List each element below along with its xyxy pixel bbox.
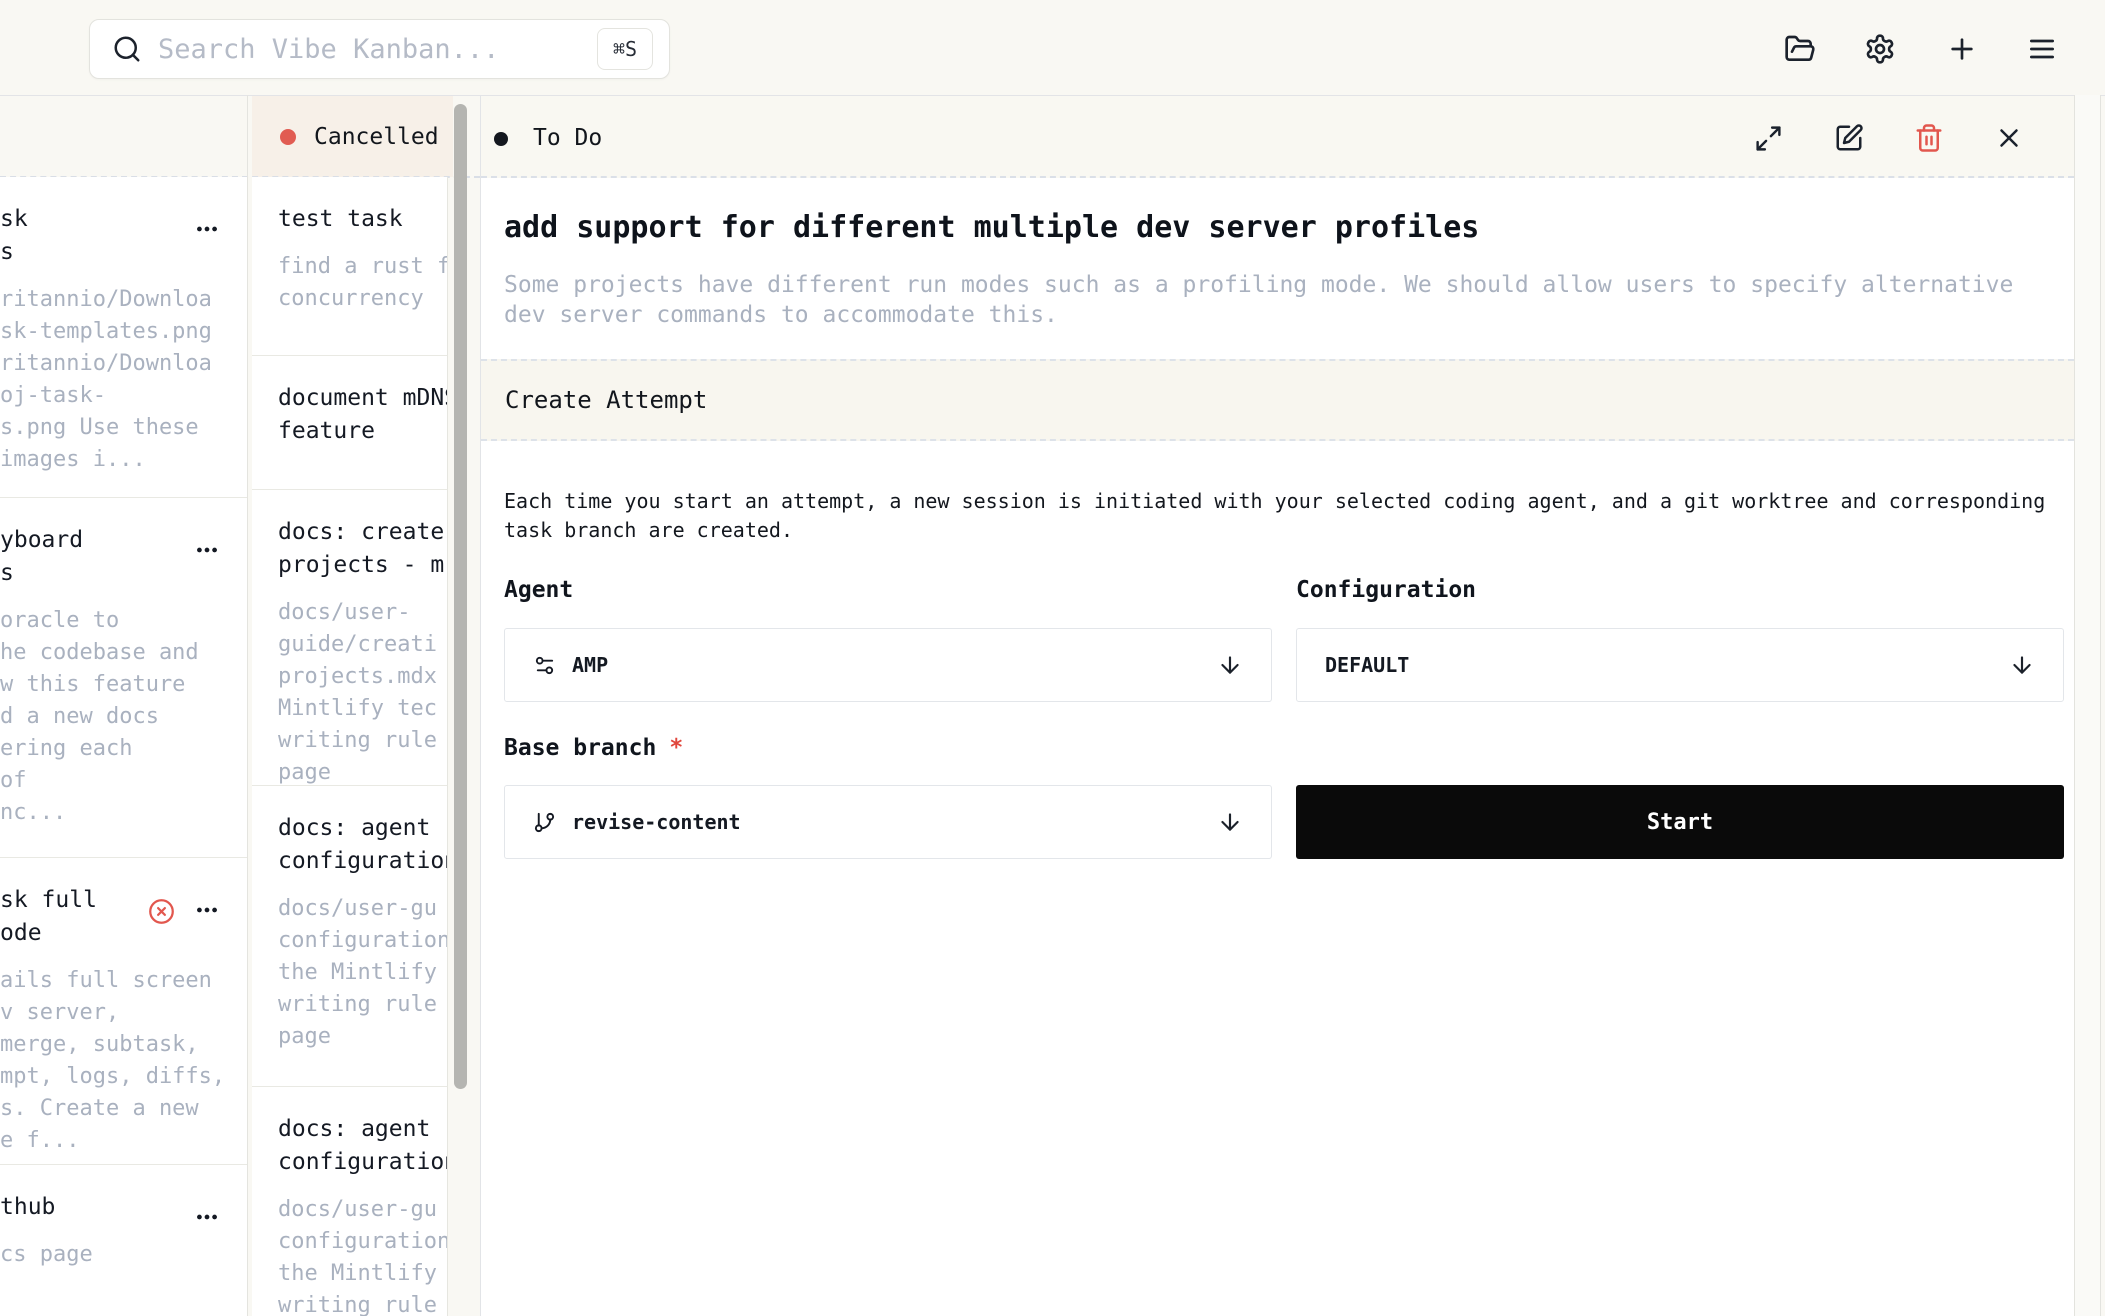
- task-card-description: docs/user-gu configuration the Mintlify wri…: [278, 1197, 447, 1316]
- create-attempt-info: Each time you start an attempt, a new se…: [504, 489, 2046, 542]
- cancelled-status-dot: [280, 128, 296, 145]
- sliders-icon: [533, 654, 556, 677]
- task-card[interactable]: docs: create projects - m docs/user-guide…: [252, 490, 448, 786]
- folder-open-icon: [1784, 33, 1816, 65]
- todo-status-dot: [494, 132, 508, 146]
- create-attempt-section-header: Create Attempt: [481, 359, 2074, 441]
- delete-task-button[interactable]: [1912, 121, 1946, 155]
- arrow-down-icon: [2009, 652, 2035, 678]
- expand-button[interactable]: [1751, 121, 1785, 155]
- task-card-description: docs/user-guide/creati projects.mdx Mintli…: [278, 600, 437, 785]
- more-menu-icon[interactable]: [193, 536, 221, 564]
- hamburger-menu-icon: [2026, 33, 2058, 65]
- edit-task-button[interactable]: [1832, 121, 1866, 155]
- expand-icon: [1754, 124, 1783, 153]
- base-branch-label: Base branch *: [504, 735, 684, 761]
- configuration-label: Configuration: [1296, 577, 1477, 603]
- task-card-title: test task: [278, 206, 403, 232]
- settings-button[interactable]: [1860, 29, 1900, 69]
- more-menu-icon[interactable]: [193, 1203, 221, 1231]
- column-title: Cancelled: [314, 123, 439, 150]
- panel-scrollbar-track[interactable]: [2074, 95, 2101, 1316]
- base-branch-value: revise-content: [572, 810, 741, 834]
- base-branch-select[interactable]: revise-content: [504, 785, 1272, 859]
- open-project-folder-button[interactable]: [1780, 29, 1820, 69]
- task-card-description: oracle to he codebase and w this feature d …: [0, 608, 199, 825]
- close-icon: [1994, 123, 2024, 153]
- task-card-description: cs page: [0, 1242, 93, 1267]
- search-icon: [112, 34, 142, 64]
- task-card-description: docs/user-gu configuration the Mintlify wri…: [278, 896, 447, 1049]
- create-attempt-heading: Create Attempt: [505, 386, 708, 414]
- search-box[interactable]: ⌘S: [89, 19, 670, 79]
- search-input[interactable]: [156, 32, 597, 66]
- agent-label: Agent: [504, 577, 574, 603]
- task-card-title: docs: agent configuration: [278, 1116, 447, 1175]
- task-card-description: ritannio/Downloa sk-templates.png ritannio…: [0, 287, 212, 472]
- task-card[interactable]: yboard s oracle to he codebase and w this f…: [0, 498, 248, 858]
- main-menu-button[interactable]: [2022, 29, 2062, 69]
- task-card[interactable]: thub cs page: [0, 1165, 248, 1316]
- trash-icon: [1914, 123, 1944, 153]
- start-button-label: Start: [1646, 809, 1714, 835]
- start-button[interactable]: Start: [1296, 785, 2064, 859]
- task-description: Some projects have different run modes s…: [504, 272, 2014, 328]
- task-title: add support for different multiple dev s…: [504, 210, 1480, 245]
- edit-pencil-icon: [1834, 123, 1864, 153]
- cancelled-circle-x-icon: [147, 897, 175, 925]
- task-card-title: docs: agent configuration: [278, 815, 447, 874]
- agent-value: AMP: [572, 653, 609, 677]
- more-menu-icon[interactable]: [193, 215, 221, 243]
- task-card-title: document mDNS feature: [278, 385, 447, 444]
- close-panel-button[interactable]: [1992, 121, 2026, 155]
- create-task-button[interactable]: [1942, 29, 1982, 69]
- arrow-down-icon: [1217, 809, 1243, 835]
- task-card[interactable]: test task find a rust fi concurrency: [252, 177, 448, 356]
- task-card[interactable]: docs: agent configuration docs/user-gu con…: [252, 786, 448, 1087]
- more-menu-icon[interactable]: [193, 896, 221, 924]
- task-detail-panel: [481, 178, 2074, 1316]
- task-card-title: docs: create projects - m: [278, 519, 445, 578]
- git-branch-icon: [533, 811, 556, 834]
- column-scrollbar-thumb[interactable]: [454, 104, 467, 1089]
- task-card[interactable]: document mDNS feature: [252, 356, 448, 490]
- plus-icon: [1946, 33, 1978, 65]
- task-card[interactable]: sk full ode ails full screen v server, merg…: [0, 858, 248, 1165]
- task-card[interactable]: sk s ritannio/Downloa sk-templates.png rita…: [0, 177, 248, 498]
- search-shortcut-badge: ⌘S: [597, 28, 653, 70]
- task-card[interactable]: docs: agent configuration docs/user-gu con…: [252, 1087, 448, 1316]
- arrow-down-icon: [1217, 652, 1243, 678]
- task-status-label: To Do: [533, 125, 603, 151]
- gear-icon: [1864, 33, 1896, 65]
- required-asterisk: *: [669, 735, 684, 761]
- app-window: ⌘S Cancelled sks ritannio/Downloask-temp…: [0, 0, 2105, 1316]
- agent-select[interactable]: AMP: [504, 628, 1272, 702]
- column-divider: [247, 95, 248, 1316]
- configuration-select[interactable]: DEFAULT: [1296, 628, 2064, 702]
- task-card-description: find a rust fi concurrency: [278, 254, 447, 311]
- task-card-description: ails full screen v server, merge, subtask,…: [0, 968, 226, 1153]
- configuration-value: DEFAULT: [1325, 653, 1410, 677]
- column-header-cancelled: Cancelled: [252, 96, 453, 177]
